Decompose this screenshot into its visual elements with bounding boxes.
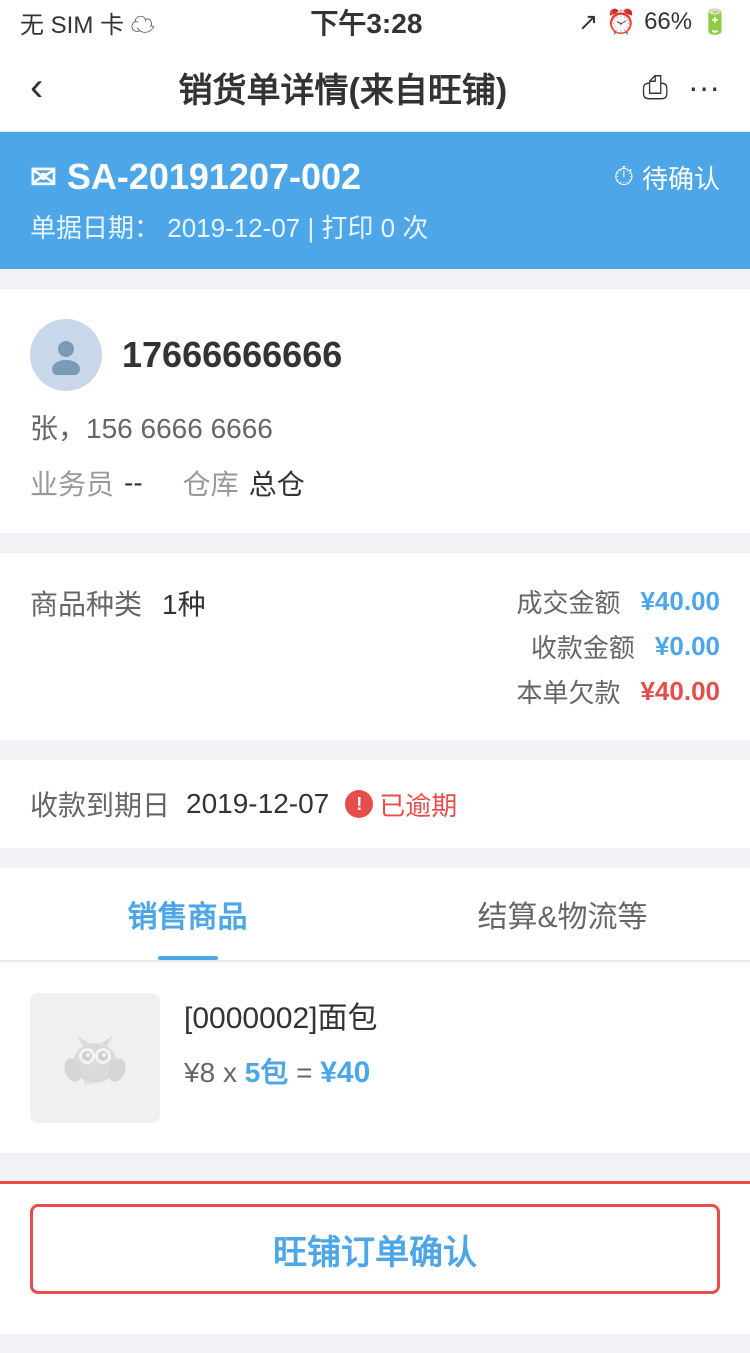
price-quantity: 5包 [245, 1057, 289, 1088]
order-id: ✉ SA-20191207-002 [30, 156, 361, 198]
amount-row: 成交金额 ¥40.00 [516, 583, 720, 620]
product-info: [0000002]面包 ¥8 x 5包 = ¥40 [184, 993, 720, 1091]
warehouse-item: 仓库 总仓 [183, 463, 305, 503]
amount-label: 成交金额 [516, 583, 620, 620]
summary-card: 商品种类 1种 成交金额 ¥40.00 收款金额 ¥0.00 本单欠款 ¥40.… [0, 553, 750, 740]
alarm-icon: ⏰ [606, 8, 636, 37]
status-right: ↗ ⏰ 66% 🔋 [578, 8, 730, 37]
customer-phone: 17666666666 [122, 334, 342, 376]
confirm-button-label: 旺铺订单确认 [273, 1225, 477, 1274]
share-button[interactable]: ⎙ [642, 69, 668, 107]
svg-text:野+: 野+ [83, 1075, 99, 1087]
receipt-row: 收款金额 ¥0.00 [531, 628, 720, 665]
battery-text: 66% [644, 8, 692, 36]
status-time: 下午3:28 [310, 2, 422, 42]
status-bar: 无 SIM 卡 ☁ 下午3:28 ↗ ⏰ 66% 🔋 [0, 0, 750, 44]
overdue-text: 已逾期 [379, 786, 457, 823]
avatar [30, 319, 102, 391]
amount-value: ¥40.00 [640, 586, 720, 617]
date-label: 单据日期： [30, 213, 160, 243]
receipt-value: ¥0.00 [655, 631, 720, 662]
warehouse-label: 仓库 [183, 463, 239, 503]
debt-row: 本单欠款 ¥40.00 [516, 673, 720, 710]
print-info: | 打印 0 次 [307, 213, 428, 243]
product-image-logo: 野+ [55, 1028, 135, 1088]
product-price: ¥8 x 5包 = ¥40 [184, 1051, 720, 1091]
product-name: [0000002]面包 [184, 993, 720, 1037]
customer-name: 张，156 6666 6666 [30, 407, 720, 447]
salesperson-label: 业务员 [30, 463, 114, 503]
sim-status: 无 SIM 卡 ☁ [20, 5, 155, 40]
overdue-icon: ! [345, 790, 373, 818]
receipt-label: 收款金额 [531, 628, 635, 665]
salesperson-value: -- [124, 467, 143, 499]
bottom-btn-container: 旺铺订单确认 [0, 1181, 750, 1334]
tab-settlement-label: 结算&物流等 [477, 901, 647, 934]
status-badge: ⏱ 待确认 [614, 159, 720, 196]
location-icon: ↗ [578, 8, 598, 37]
summary-right: 成交金额 ¥40.00 收款金额 ¥0.00 本单欠款 ¥40.00 [516, 583, 720, 710]
order-id-text: SA-20191207-002 [67, 156, 361, 198]
warehouse-value: 总仓 [249, 463, 305, 503]
header-card-top: ✉ SA-20191207-002 ⏱ 待确认 [30, 156, 720, 198]
price-equals: = [296, 1057, 320, 1088]
price-multiply: x [223, 1057, 245, 1088]
status-text: 待确认 [642, 159, 720, 196]
product-type-label: 商品种类 [30, 583, 142, 623]
debt-value: ¥40.00 [640, 676, 720, 707]
tab-products-label: 销售商品 [128, 901, 248, 934]
more-button[interactable]: ··· [688, 69, 720, 106]
back-button[interactable]: ‹ [30, 65, 43, 110]
header-card: ✉ SA-20191207-002 ⏱ 待确认 单据日期： 2019-12-07… [0, 132, 750, 269]
due-date: 2019-12-07 [186, 788, 329, 820]
order-date: 2019-12-07 [167, 213, 300, 243]
customer-top: 17666666666 [30, 319, 720, 391]
status-clock-icon: ⏱ [614, 161, 634, 193]
nav-bar: ‹ 销货单详情(来自旺铺) ⎙ ··· [0, 44, 750, 132]
order-icon: ✉ [30, 158, 57, 196]
tab-settlement[interactable]: 结算&物流等 [375, 868, 750, 960]
nav-actions: ⎙ ··· [642, 69, 720, 107]
customer-details: 业务员 -- 仓库 总仓 [30, 463, 720, 503]
battery-icon: 🔋 [700, 8, 730, 37]
price-unit: ¥8 [184, 1057, 215, 1088]
confirm-button[interactable]: 旺铺订单确认 [30, 1204, 720, 1294]
due-label: 收款到期日 [30, 784, 170, 824]
summary-left: 商品种类 1种 [30, 583, 206, 623]
tab-products[interactable]: 销售商品 [0, 868, 375, 960]
due-card: 收款到期日 2019-12-07 ! 已逾期 [0, 760, 750, 848]
price-total: ¥40 [320, 1056, 370, 1089]
customer-card: 17666666666 张，156 6666 6666 业务员 -- 仓库 总仓 [0, 289, 750, 533]
overdue-badge: ! 已逾期 [345, 786, 457, 823]
product-card: 野+ [0000002]面包 ¥8 x 5包 = ¥40 [0, 963, 750, 1153]
tabs-container: 销售商品 结算&物流等 [0, 868, 750, 961]
order-meta: 单据日期： 2019-12-07 | 打印 0 次 [30, 208, 720, 245]
product-type-value: 1种 [162, 583, 206, 623]
status-left: 无 SIM 卡 ☁ [20, 5, 155, 40]
salesperson-item: 业务员 -- [30, 463, 143, 503]
page-title: 销货单详情(来自旺铺) [179, 63, 508, 112]
debt-label: 本单欠款 [516, 673, 620, 710]
product-image: 野+ [30, 993, 160, 1123]
